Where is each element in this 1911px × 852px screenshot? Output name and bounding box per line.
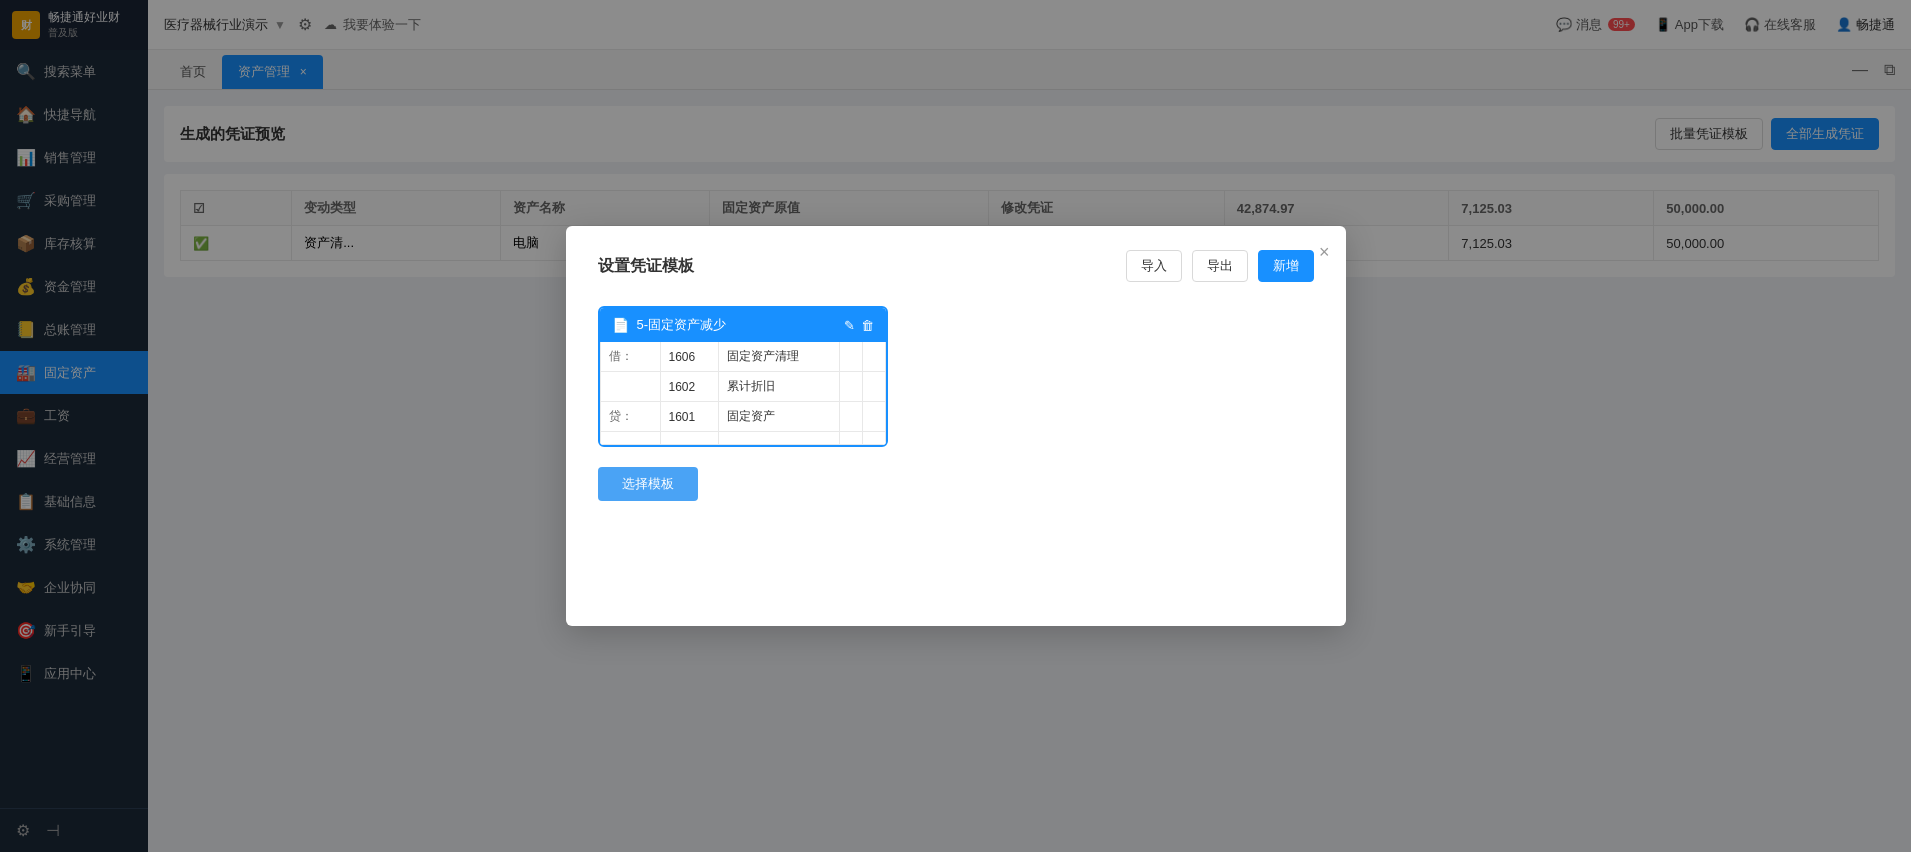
template-row: 贷： 1601 固定资产 [600,402,885,432]
template-row: 借： 1606 固定资产清理 [600,342,885,372]
modal-action-buttons: 导入 导出 新增 [1126,250,1314,282]
template-card: 📄 5-固定资产减少 ✎ 🗑 借： 1606 固定资产清理 1602 累计折旧 [598,306,888,447]
row-col3 [839,372,862,402]
modal-header: 设置凭证模板 导入 导出 新增 [598,250,1314,282]
template-doc-icon: 📄 [612,317,629,333]
template-card-header: 📄 5-固定资产减少 ✎ 🗑 [600,308,886,342]
row-col3 [839,432,862,445]
template-card-title: 5-固定资产减少 [637,316,836,334]
row-type [600,432,660,445]
row-account [719,432,839,445]
export-button[interactable]: 导出 [1192,250,1248,282]
row-account: 累计折旧 [719,372,839,402]
row-type: 借： [600,342,660,372]
template-card-body: 借： 1606 固定资产清理 1602 累计折旧 贷： 1601 固定资产 [600,342,886,445]
import-button[interactable]: 导入 [1126,250,1182,282]
row-col4 [862,432,885,445]
modal-overlay[interactable]: × 设置凭证模板 导入 导出 新增 📄 5-固定资产减少 ✎ 🗑 [0,0,1911,852]
row-col4 [862,372,885,402]
row-account: 固定资产清理 [719,342,839,372]
modal-title: 设置凭证模板 [598,256,694,277]
row-type: 贷： [600,402,660,432]
row-col4 [862,402,885,432]
modal-close-button[interactable]: × [1319,242,1330,263]
new-button[interactable]: 新增 [1258,250,1314,282]
template-delete-icon[interactable]: 🗑 [861,318,874,333]
row-code: 1602 [660,372,719,402]
modal-dialog: × 设置凭证模板 导入 导出 新增 📄 5-固定资产减少 ✎ 🗑 [566,226,1346,626]
select-template-button[interactable]: 选择模板 [598,467,698,501]
template-table: 借： 1606 固定资产清理 1602 累计折旧 贷： 1601 固定资产 [600,342,886,445]
row-col3 [839,342,862,372]
row-code: 1601 [660,402,719,432]
row-account: 固定资产 [719,402,839,432]
template-edit-icon[interactable]: ✎ [844,318,855,333]
template-row: 1602 累计折旧 [600,372,885,402]
row-code [660,432,719,445]
row-code: 1606 [660,342,719,372]
row-type [600,372,660,402]
template-card-actions: ✎ 🗑 [844,318,874,333]
template-row [600,432,885,445]
row-col4 [862,342,885,372]
row-col3 [839,402,862,432]
